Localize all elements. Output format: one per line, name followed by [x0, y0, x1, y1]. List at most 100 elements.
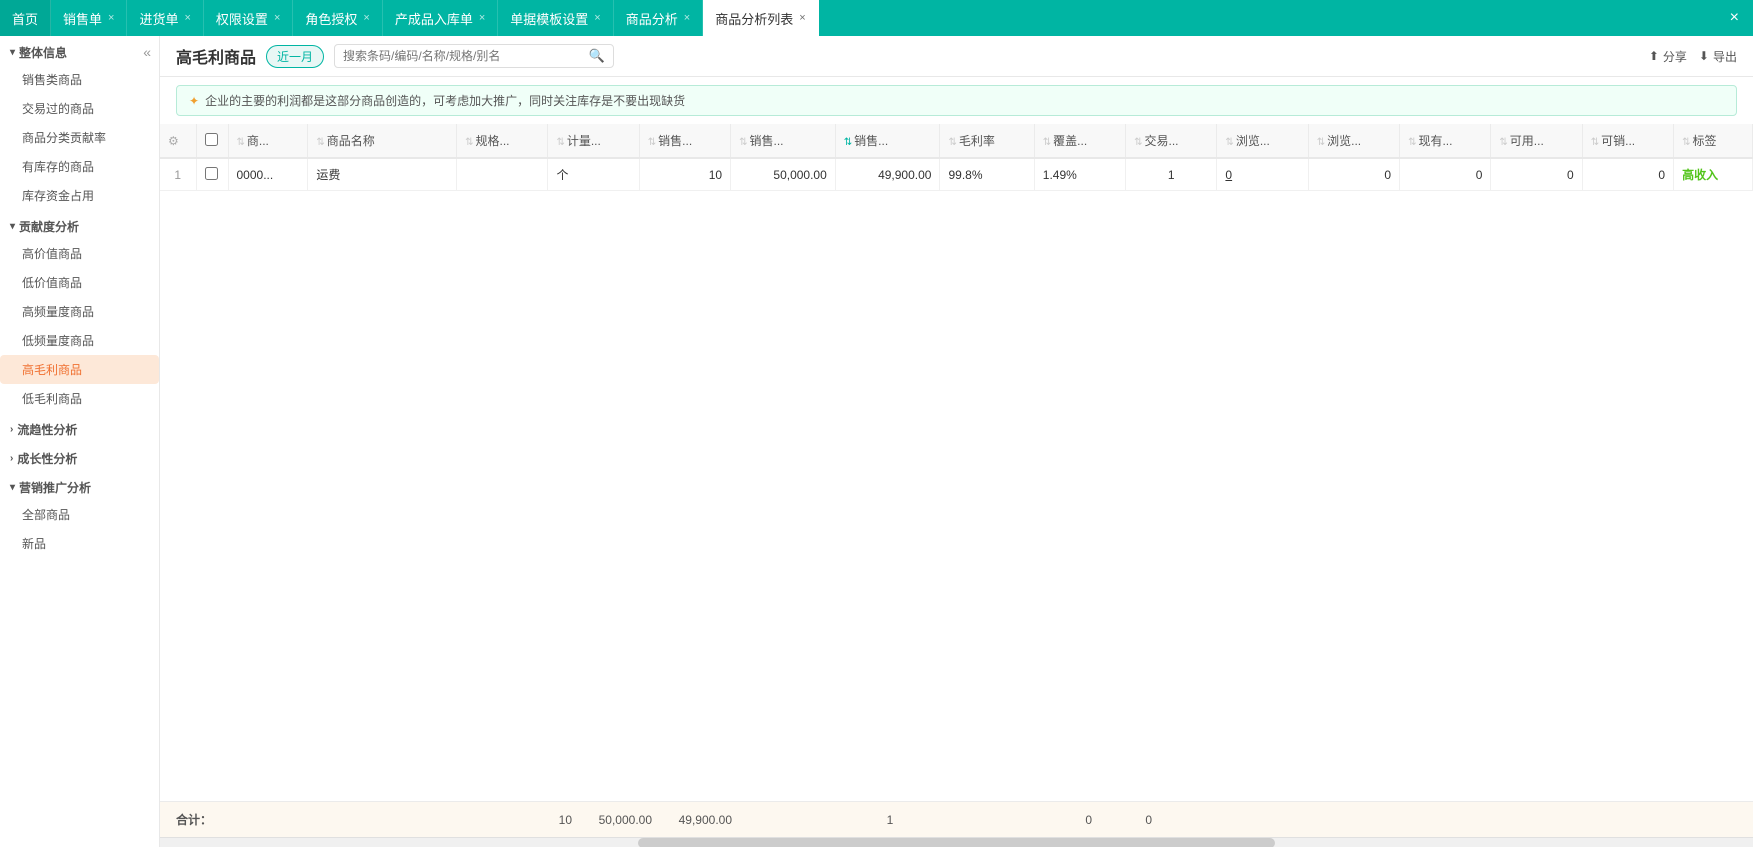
arrow-growth: ›: [10, 453, 13, 464]
sort-icon-transaction: ⇅: [1134, 137, 1142, 148]
close-analysis-list[interactable]: ×: [799, 12, 805, 24]
col-sales-amount[interactable]: ⇅销售...: [731, 124, 836, 158]
sidebar-item-low-margin[interactable]: 低毛利商品: [0, 384, 159, 413]
close-permission[interactable]: ×: [274, 12, 280, 24]
gear-icon[interactable]: ⚙: [168, 134, 179, 148]
sidebar-collapse-button[interactable]: «: [143, 44, 151, 60]
main-layout: « ▾ 整体信息 销售类商品 交易过的商品 商品分类贡献率 有库存的商品 库存资…: [0, 36, 1753, 847]
cell-name[interactable]: 运费: [308, 158, 457, 191]
cell-sales-profit: 49,900.00: [835, 158, 940, 191]
sort-icon-unit: ⇅: [556, 137, 564, 148]
sidebar-item-high-value[interactable]: 高价值商品: [0, 239, 159, 268]
export-button[interactable]: ⬇ 导出: [1699, 48, 1737, 65]
cell-code: 0000...: [228, 158, 308, 191]
sort-icon-sellable: ⇅: [1591, 137, 1599, 148]
nav-permission[interactable]: 权限设置 ×: [204, 0, 293, 36]
cell-spec: [457, 158, 548, 191]
sidebar-item-low-value[interactable]: 低价值商品: [0, 268, 159, 297]
sidebar-group-marketing[interactable]: ▾ 营销推广分析: [0, 471, 159, 500]
cell-transaction: 1: [1126, 158, 1217, 191]
col-name[interactable]: ⇅商品名称: [308, 124, 457, 158]
close-role[interactable]: ×: [363, 12, 369, 24]
cell-checkbox[interactable]: [196, 158, 228, 191]
col-sales-qty[interactable]: ⇅销售...: [639, 124, 730, 158]
col-tag[interactable]: ⇅标签: [1674, 124, 1753, 158]
arrow-overall: ▾: [10, 47, 15, 58]
col-sellable[interactable]: ⇅可销...: [1582, 124, 1673, 158]
sort-icon-stock: ⇅: [1408, 137, 1416, 148]
col-code[interactable]: ⇅商...: [228, 124, 308, 158]
horizontal-scrollbar[interactable]: [160, 837, 1753, 847]
sidebar-item-goods-contribution[interactable]: 商品分类贡献率: [0, 123, 159, 152]
row-checkbox[interactable]: [205, 167, 218, 180]
col-sales-profit[interactable]: ⇅销售...: [835, 124, 940, 158]
sort-icon-tag: ⇅: [1682, 137, 1690, 148]
sidebar-item-inventory-capital[interactable]: 库存资金占用: [0, 181, 159, 210]
info-banner-text: 企业的主要的利润都是这部分商品创造的，可考虑加大推广，同时关注库存是不要出现缺货: [205, 92, 685, 109]
cell-current-stock: 0: [1400, 158, 1491, 191]
close-analysis[interactable]: ×: [684, 12, 690, 24]
search-input[interactable]: [343, 49, 589, 63]
scrollbar-thumb[interactable]: [638, 838, 1275, 847]
sort-icon: ⇅: [237, 137, 245, 148]
footer-available: 0: [1100, 813, 1160, 827]
col-coverage[interactable]: ⇅覆盖...: [1034, 124, 1125, 158]
nav-warehousing[interactable]: 产成品入库单 ×: [383, 0, 498, 36]
sidebar-item-sales-goods[interactable]: 销售类商品: [0, 65, 159, 94]
select-all-checkbox[interactable]: [205, 133, 218, 146]
sort-icon-sales-qty: ⇅: [648, 137, 656, 148]
close-purchase[interactable]: ×: [184, 12, 190, 24]
sort-icon-views1: ⇅: [1225, 137, 1233, 148]
col-views2[interactable]: ⇅浏览...: [1308, 124, 1399, 158]
share-button[interactable]: ⬆ 分享: [1649, 48, 1687, 65]
close-template[interactable]: ×: [594, 12, 600, 24]
col-margin-rate[interactable]: ⇅毛利率: [940, 124, 1034, 158]
cell-views1[interactable]: 0: [1217, 158, 1308, 191]
sidebar-item-new-goods[interactable]: 新品: [0, 529, 159, 558]
nav-home[interactable]: 首页: [0, 0, 51, 36]
table-header-row: ⚙ ⇅商... ⇅商品名称 ⇅规格... ⇅计量... ⇅销售... ⇅销售..…: [160, 124, 1753, 158]
sidebar-item-inventory-goods[interactable]: 有库存的商品: [0, 152, 159, 181]
sidebar-group-overall[interactable]: ▾ 整体信息: [0, 36, 159, 65]
sidebar-group-wealth[interactable]: ▾ 贡献度分析: [0, 210, 159, 239]
col-transaction[interactable]: ⇅交易...: [1126, 124, 1217, 158]
col-views1[interactable]: ⇅浏览...: [1217, 124, 1308, 158]
filter-recent-month[interactable]: 近一月: [266, 45, 324, 68]
nav-purchase[interactable]: 进货单 ×: [127, 0, 203, 36]
sidebar-item-all-goods[interactable]: 全部商品: [0, 500, 159, 529]
col-current-stock[interactable]: ⇅现有...: [1400, 124, 1491, 158]
sidebar-item-traded-goods[interactable]: 交易过的商品: [0, 94, 159, 123]
col-gear[interactable]: ⚙: [160, 124, 196, 158]
header-actions: ⬆ 分享 ⬇ 导出: [1649, 48, 1737, 65]
content-header: 高毛利商品 近一月 🔍 ⬆ 分享 ⬇ 导出: [160, 36, 1753, 77]
close-sales[interactable]: ×: [108, 12, 114, 24]
table-row: 1 0000... 运费 个 10 50,000.00 49,900.00 99…: [160, 158, 1753, 191]
col-checkbox: [196, 124, 228, 158]
close-all-tabs[interactable]: ×: [1716, 9, 1753, 27]
nav-analysis[interactable]: 商品分析 ×: [614, 0, 703, 36]
nav-sales[interactable]: 销售单 ×: [51, 0, 127, 36]
col-available[interactable]: ⇅可用...: [1491, 124, 1582, 158]
sort-icon-available: ⇅: [1499, 137, 1507, 148]
sort-icon-name: ⇅: [316, 137, 324, 148]
sidebar-item-high-margin[interactable]: 高毛利商品: [0, 355, 159, 384]
sidebar-group-growth[interactable]: › 成长性分析: [0, 442, 159, 471]
nav-analysis-list[interactable]: 商品分析列表 ×: [703, 0, 818, 36]
cell-sales-amount: 50,000.00: [731, 158, 836, 191]
nav-role[interactable]: 角色授权 ×: [293, 0, 382, 36]
search-icon[interactable]: 🔍: [589, 48, 605, 64]
sidebar-item-low-freq[interactable]: 低频量度商品: [0, 326, 159, 355]
sort-icon-sales-profit: ⇅: [844, 137, 852, 148]
sidebar-item-high-freq[interactable]: 高频量度商品: [0, 297, 159, 326]
nav-template[interactable]: 单据模板设置 ×: [498, 0, 613, 36]
search-box: 🔍: [334, 44, 614, 68]
info-icon: ✦: [189, 94, 199, 108]
cell-views2: 0: [1308, 158, 1399, 191]
close-warehousing[interactable]: ×: [479, 12, 485, 24]
col-unit[interactable]: ⇅计量...: [548, 124, 639, 158]
cell-tag: 高收入: [1674, 158, 1753, 191]
sidebar-group-trend[interactable]: › 流趋性分析: [0, 413, 159, 442]
footer-qty: 10: [520, 813, 580, 827]
col-spec[interactable]: ⇅规格...: [457, 124, 548, 158]
sort-icon-coverage: ⇅: [1043, 137, 1051, 148]
